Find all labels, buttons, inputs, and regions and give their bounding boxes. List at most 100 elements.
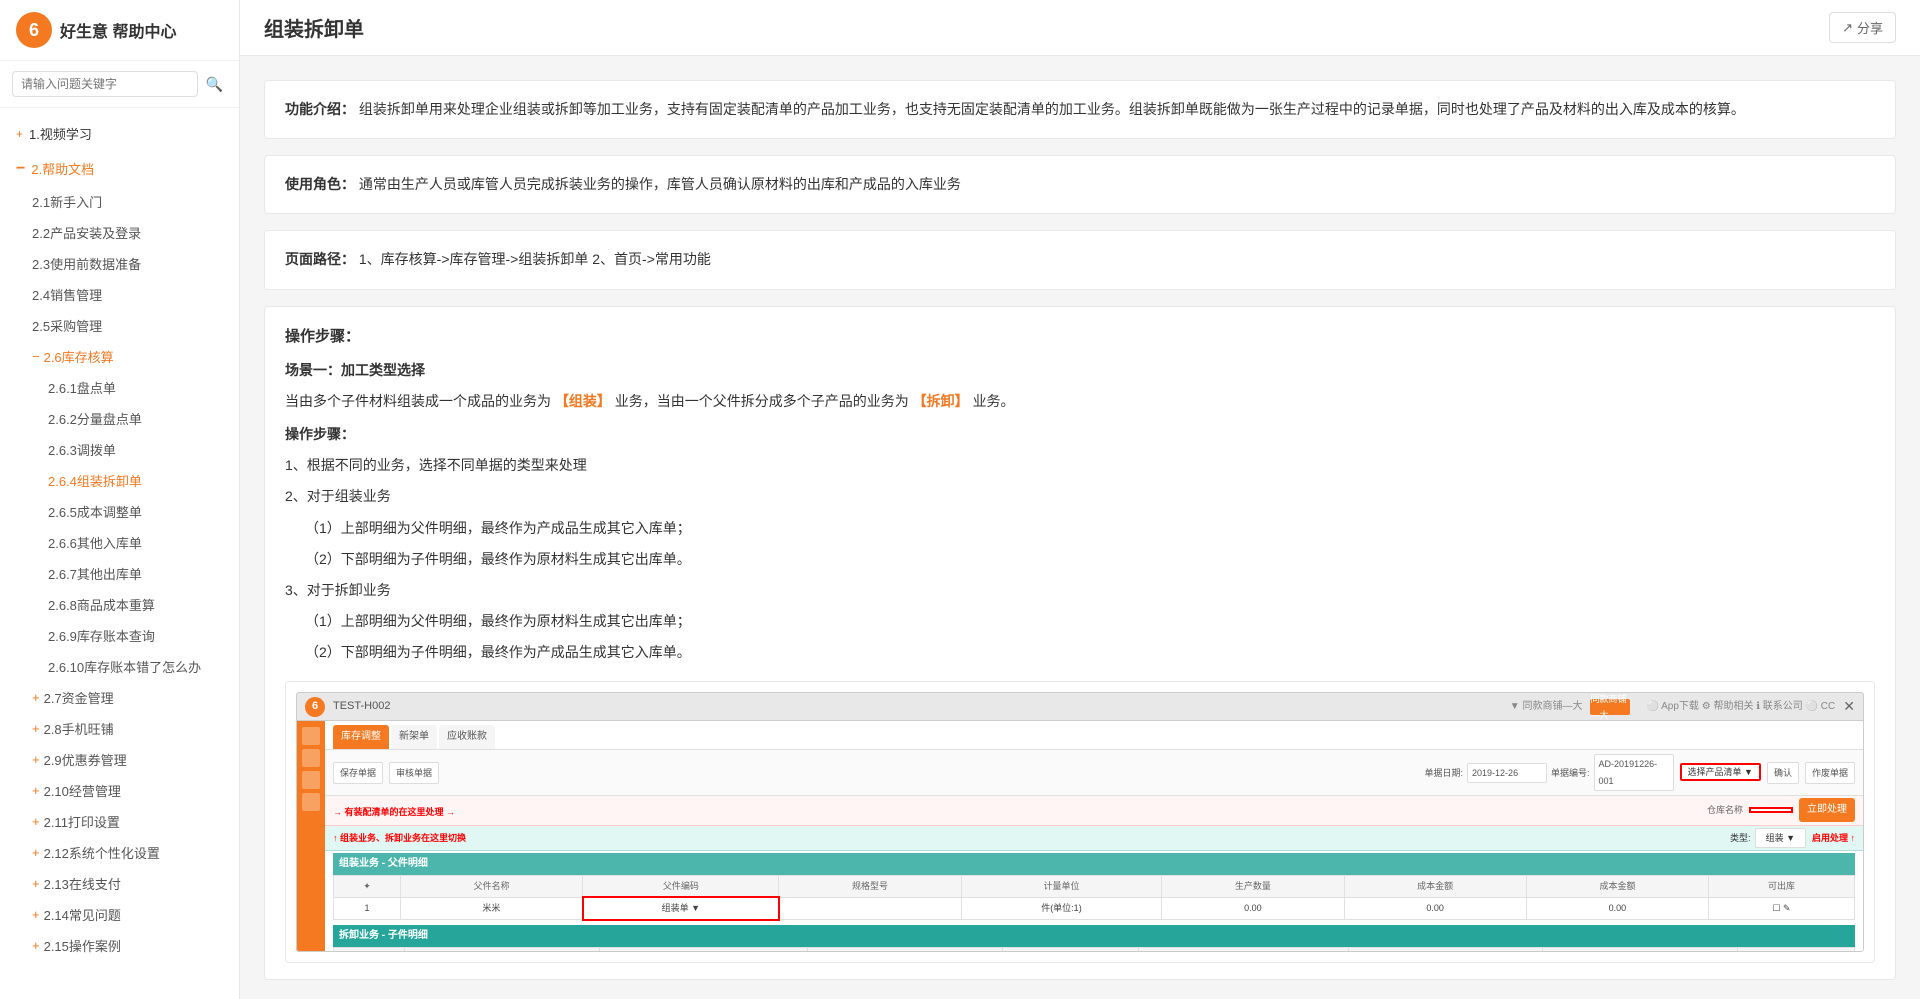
- search-box: 🔍: [0, 61, 239, 108]
- mock-lower-title: 拆卸业务 - 子件明细: [333, 925, 1855, 947]
- mock-btn-op1: 确认: [1767, 762, 1799, 784]
- annotation-enable: 启用处理 ↑: [1812, 830, 1855, 846]
- sidebar-item-2-8[interactable]: + 2.8手机旺铺: [0, 713, 239, 744]
- sidebar-item-2-6-2[interactable]: 2.6.2分量盘点单: [0, 403, 239, 434]
- sidebar-item-2-11[interactable]: + 2.11打印设置: [0, 806, 239, 837]
- steps-intro: 操作步骤：: [285, 422, 1875, 447]
- share-icon: ↗: [1842, 20, 1853, 36]
- mock-warehouse-input: [1749, 807, 1793, 813]
- sidebar-item-2-13[interactable]: + 2.13在线支付: [0, 868, 239, 899]
- sidebar-item-2-6[interactable]: − 2.6库存核算: [0, 341, 239, 372]
- sidebar-item-2-6-10[interactable]: 2.6.10库存账本错了怎么办: [0, 651, 239, 682]
- mock-app-bar: 6 TEST-H002 ▼ 同款商铺—大 同款商铺—大 ⚪ App下载 ⚙ 帮助…: [297, 693, 1863, 721]
- mock-tab-bar: 库存调整 新架单 应收账款: [325, 721, 1863, 750]
- path-label: 页面路径：: [285, 251, 355, 267]
- mock-nav-btn: 同款商铺—大: [1590, 699, 1630, 715]
- sidebar-item-2-6-8[interactable]: 2.6.8商品成本重算: [0, 589, 239, 620]
- role-text: 通常由生产人员或库管人员完成拆装业务的操作，库管人员确认原材料的出库和产成品的入…: [359, 176, 961, 192]
- step2-sub2: （2）下部明细为子件明细，最终作为原材料生成其它出库单。: [285, 547, 1875, 572]
- annotation-fixed-bom: → 有装配清单的在这里处理 →: [333, 807, 455, 817]
- main-content: 组装拆卸单 ↗ 分享 功能介绍： 组装拆卸单用来处理企业组装或拆卸等加工业务，支…: [240, 0, 1920, 999]
- mock-lower-section: 拆卸业务 - 子件明细 ✦ 子件名称 规格型号 计划用量 实际 *实际入库 成本…: [325, 923, 1863, 953]
- expand-icon-2-7: +: [32, 690, 40, 705]
- steps-label: 操作步骤：: [285, 323, 1875, 350]
- sidebar-item-2-9[interactable]: + 2.9优惠券管理: [0, 744, 239, 775]
- scene1-desc: 当由多个子件材料组装成一个成品的业务为 【组装】 业务，当由一个父件拆分成多个子…: [285, 389, 1875, 414]
- mock-sidebar-icon-3: [302, 771, 320, 789]
- search-input[interactable]: [12, 71, 198, 97]
- mock-close-icon[interactable]: ✕: [1843, 698, 1855, 715]
- mock-table-row-1: 1 米米 组装单 ▼ 件(单位:1) 0.00 0.00 0.00: [334, 897, 1855, 919]
- sidebar-item-2-6-1[interactable]: 2.6.1盘点单: [0, 372, 239, 403]
- step1: 1、根据不同的业务，选择不同单据的类型来处理: [285, 453, 1875, 478]
- sidebar-label-2: 2.帮助文档: [31, 159, 94, 178]
- scene1-label: 场景一：加工类型选择: [285, 362, 425, 378]
- sidebar-label-1: 1.视频学习: [29, 124, 92, 143]
- mock-no-input: AD-20191226-001: [1594, 754, 1674, 790]
- mock-btn-op2: 作废单据: [1805, 762, 1855, 784]
- mock-upper-section: 组装业务 - 父件明细 ✦ 父件名称 父件编码 规格型号 计量单位 生产数量 成…: [325, 851, 1863, 920]
- sidebar-item-2-6-9[interactable]: 2.6.9库存账本查询: [0, 620, 239, 651]
- sidebar-header: 6 好生意 帮助中心: [0, 0, 239, 61]
- search-button[interactable]: 🔍: [202, 72, 227, 97]
- mock-sidebar-icon-4: [302, 793, 320, 811]
- sidebar-item-2[interactable]: − 2.帮助文档: [0, 151, 239, 186]
- step2-sub1: （1）上部明细为父件明细，最终作为产成品生成其它入库单；: [285, 516, 1875, 541]
- mock-type-select: 组装 ▼: [1755, 828, 1806, 848]
- mock-tab-active: 库存调整: [333, 725, 389, 749]
- feature-label: 功能介绍：: [285, 101, 355, 117]
- mock-tab-inactive-1: 新架单: [391, 725, 437, 749]
- sidebar-item-2-6-5[interactable]: 2.6.5成本调整单: [0, 496, 239, 527]
- sidebar-item-2-12[interactable]: + 2.12系统个性化设置: [0, 837, 239, 868]
- mock-date-input: 2019-12-26: [1467, 763, 1547, 783]
- mock-lower-table: ✦ 子件名称 规格型号 计划用量 实际 *实际入库 成本金额 费用分摊 操作: [333, 947, 1855, 953]
- sidebar-item-2-4[interactable]: 2.4销售管理: [0, 279, 239, 310]
- sidebar-item-1[interactable]: + 1.视频学习: [0, 116, 239, 151]
- mock-btn-save: 保存单据: [333, 762, 383, 784]
- sidebar-item-2-3[interactable]: 2.3使用前数据准备: [0, 248, 239, 279]
- page-title: 组装拆卸单: [264, 13, 364, 42]
- screenshot-container: 6 TEST-H002 ▼ 同款商铺—大 同款商铺—大 ⚪ App下载 ⚙ 帮助…: [285, 681, 1875, 963]
- sidebar-item-2-7[interactable]: + 2.7资金管理: [0, 682, 239, 713]
- collapse-icon-2-6: −: [32, 349, 40, 364]
- path-card: 页面路径： 1、库存核算->库存管理->组装拆卸单 2、首页->常用功能: [264, 230, 1896, 289]
- sidebar: 6 好生意 帮助中心 🔍 + 1.视频学习 − 2.帮助文档 2.1新手入门 2…: [0, 0, 240, 999]
- mock-app-id: TEST-H002: [333, 697, 390, 717]
- collapse-icon-2: −: [16, 160, 25, 178]
- sidebar-item-2-6-6[interactable]: 2.6.6其他入库单: [0, 527, 239, 558]
- step3-sub1: （1）上部明细为父件明细，最终作为原材料生成其它出库单；: [285, 609, 1875, 634]
- sidebar-item-2-14[interactable]: + 2.14常见问题: [0, 899, 239, 930]
- content-area: 功能介绍： 组装拆卸单用来处理企业组装或拆卸等加工业务，支持有固定装配清单的产品…: [240, 56, 1920, 999]
- sidebar-item-2-5[interactable]: 2.5采购管理: [0, 310, 239, 341]
- steps-card: 操作步骤： 场景一：加工类型选择 当由多个子件材料组装成一个成品的业务为 【组装…: [264, 306, 1896, 981]
- share-button[interactable]: ↗ 分享: [1829, 12, 1896, 43]
- annotation-type-switch: ↑ 组装业务、拆卸业务在这里切换: [333, 830, 466, 846]
- mock-annotation-row: → 有装配清单的在这里处理 → 仓库名称 立即处理: [325, 796, 1863, 826]
- step3: 3、对于拆卸业务: [285, 578, 1875, 603]
- sidebar-item-2-6-4[interactable]: 2.6.4组装拆卸单: [0, 465, 239, 496]
- mock-upper-table: ✦ 父件名称 父件编码 规格型号 计量单位 生产数量 成本金额 成本金额 可出库: [333, 875, 1855, 920]
- mock-sidebar-icon-1: [302, 727, 320, 745]
- mock-toolbar: 保存单据 审核单据 单据日期: 2019-12-26 单据编号: AD-2019…: [325, 750, 1863, 795]
- mock-upper-title: 组装业务 - 父件明细: [333, 853, 1855, 875]
- mock-btn-audit: 审核单据: [389, 762, 439, 784]
- mock-tab-inactive-2: 应收账款: [439, 725, 495, 749]
- step3-sub2: （2）下部明细为子件明细，最终作为产成品生成其它入库单。: [285, 640, 1875, 665]
- mock-main: 库存调整 新架单 应收账款 保存单据 审核单据 单据日期: 2019-12-26: [325, 721, 1863, 951]
- mock-type-row: ↑ 组装业务、拆卸业务在这里切换 类型: 组装 ▼ 启用处理 ↑: [325, 826, 1863, 851]
- sidebar-item-2-10[interactable]: + 2.10经营管理: [0, 775, 239, 806]
- mock-sidebar-icon-2: [302, 749, 320, 767]
- step2: 2、对于组装业务: [285, 484, 1875, 509]
- sidebar-item-2-1[interactable]: 2.1新手入门: [0, 186, 239, 217]
- sidebar-nav: + 1.视频学习 − 2.帮助文档 2.1新手入门 2.2产品安装及登录 2.3…: [0, 108, 239, 999]
- sidebar-item-2-15[interactable]: + 2.15操作案例: [0, 930, 239, 961]
- mock-left-sidebar: [297, 721, 325, 951]
- mock-logo: 6: [305, 697, 325, 717]
- role-label: 使用角色：: [285, 176, 355, 192]
- mock-screenshot: 6 TEST-H002 ▼ 同款商铺—大 同款商铺—大 ⚪ App下载 ⚙ 帮助…: [296, 692, 1864, 952]
- path-text: 1、库存核算->库存管理->组装拆卸单 2、首页->常用功能: [359, 251, 711, 267]
- mock-process-btn: 立即处理: [1799, 798, 1855, 822]
- sidebar-item-2-6-3[interactable]: 2.6.3调拨单: [0, 434, 239, 465]
- sidebar-item-2-2[interactable]: 2.2产品安装及登录: [0, 217, 239, 248]
- sidebar-item-2-6-7[interactable]: 2.6.7其他出库单: [0, 558, 239, 589]
